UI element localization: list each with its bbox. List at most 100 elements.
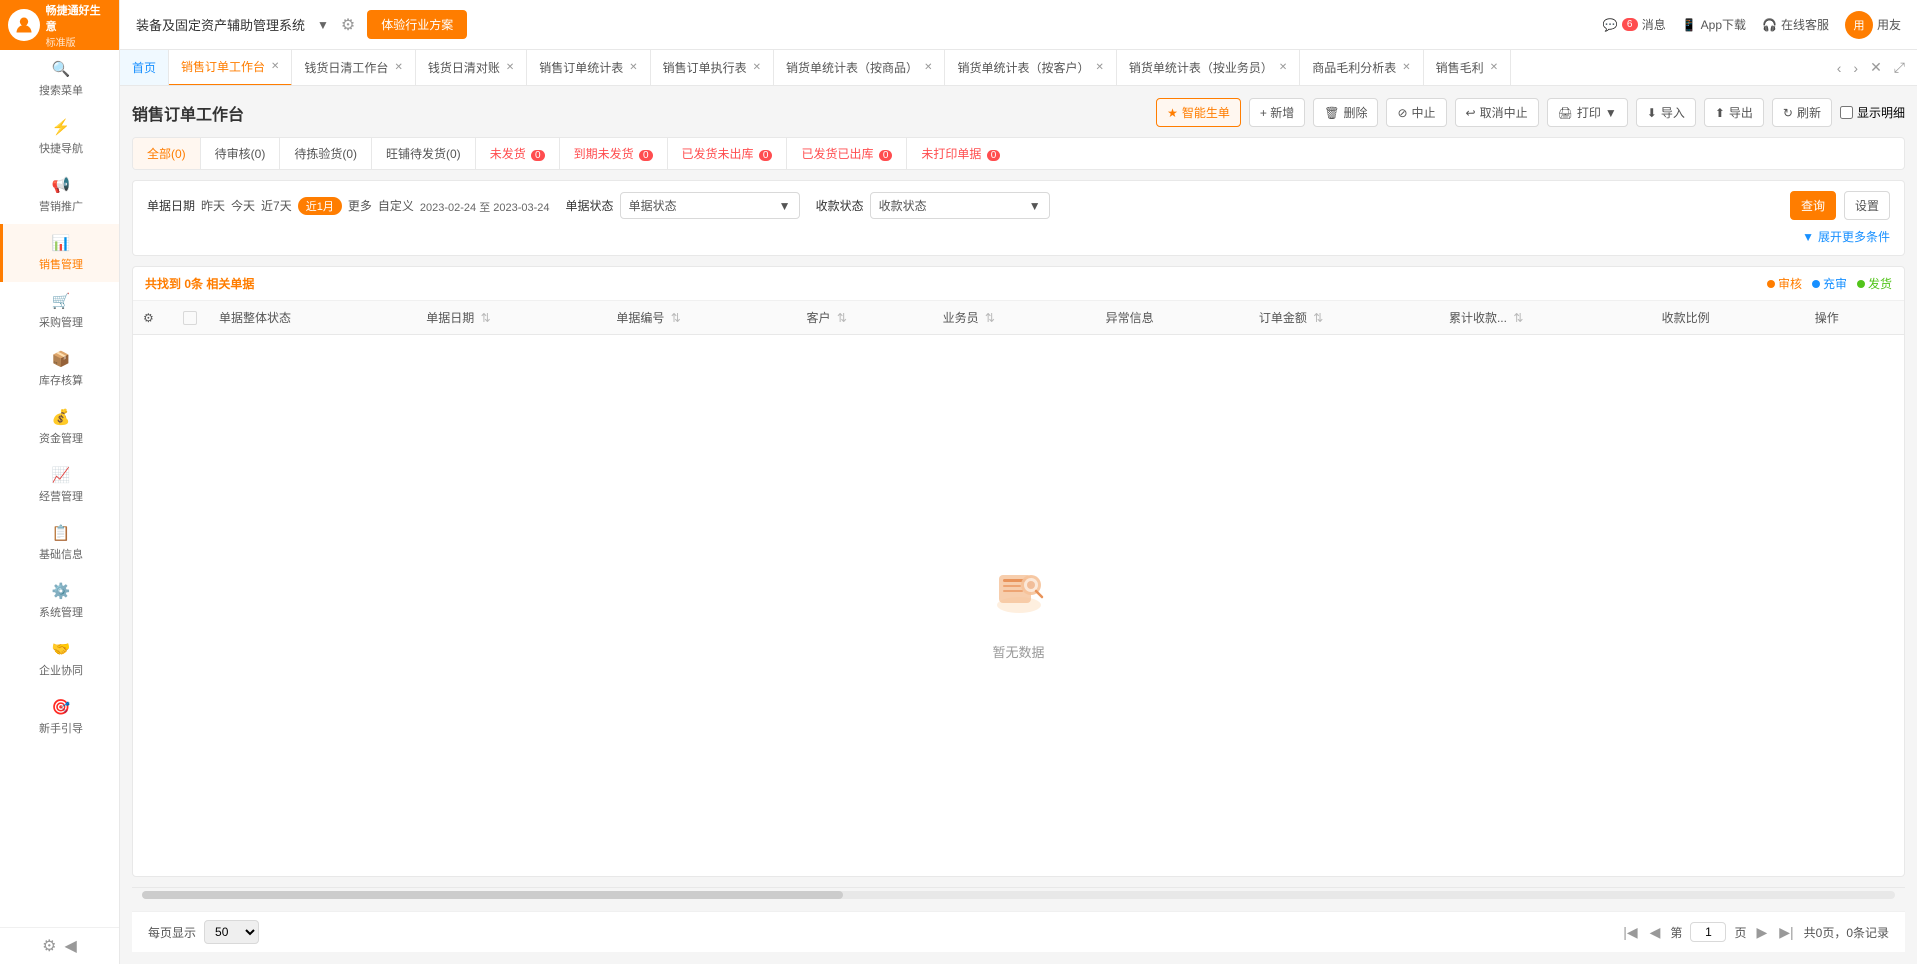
tab-delivery-stats-staff[interactable]: 销货单统计表（按业务员） ✕: [1117, 50, 1300, 86]
settings-icon[interactable]: ⚙: [42, 936, 56, 956]
show-detail-label[interactable]: 显示明细: [1840, 104, 1905, 121]
date-7days[interactable]: 近7天: [261, 197, 292, 215]
user-item[interactable]: 用 用友: [1845, 11, 1901, 39]
tab-sales-profit[interactable]: 销售毛利 ✕: [1424, 50, 1511, 86]
sidebar-item-enterprise[interactable]: 🤝 企业协同: [0, 630, 119, 688]
filter-settings-btn[interactable]: 设置: [1844, 191, 1890, 220]
th-number[interactable]: 单据编号 ⇅: [606, 301, 796, 335]
payment-select[interactable]: 收款状态 ▼: [870, 192, 1050, 219]
subtab-expired-not-shipped[interactable]: 到期未发货 0: [560, 138, 668, 169]
review-action-btn[interactable]: 审核: [1767, 275, 1802, 292]
ship-action-btn[interactable]: 发货: [1857, 275, 1892, 292]
close-tab-sales-profit[interactable]: ✕: [1490, 62, 1498, 73]
refresh-btn[interactable]: ↻ 刷新: [1772, 98, 1832, 127]
subtab-pending-inspection[interactable]: 待拣验货(0): [280, 138, 372, 169]
tab-close-all-btn[interactable]: ✕: [1866, 57, 1886, 78]
query-btn[interactable]: 查询: [1790, 191, 1836, 220]
page-prev-btn[interactable]: ◀: [1648, 922, 1663, 943]
subtab-shipped-not-out[interactable]: 已发货未出库 0: [668, 138, 788, 169]
status-select[interactable]: 单据状态 ▼: [620, 192, 800, 219]
tab-sales-order[interactable]: 销售订单工作台 ✕: [169, 50, 292, 86]
close-tab-delivery-staff[interactable]: ✕: [1279, 62, 1287, 73]
tab-prev-btn[interactable]: ‹: [1833, 58, 1846, 78]
online-service-item[interactable]: 🎧 在线客服: [1762, 16, 1829, 33]
sidebar-item-marketing[interactable]: 📢 营销推广: [0, 166, 119, 224]
close-tab-sales-exec[interactable]: ✕: [753, 62, 761, 73]
subtab-not-shipped[interactable]: 未发货 0: [476, 138, 560, 169]
close-tab-cash-reconcile[interactable]: ✕: [506, 62, 514, 73]
tab-home[interactable]: 首页: [120, 50, 169, 86]
subtab-pending-review[interactable]: 待审核(0): [201, 138, 281, 169]
scrollbar-thumb[interactable]: [142, 891, 843, 899]
ship-dot: [1857, 280, 1865, 288]
print-btn[interactable]: 🖨 打印 ▼: [1547, 98, 1628, 127]
page-first-btn[interactable]: |◀: [1621, 922, 1639, 943]
scrollbar-track[interactable]: [142, 891, 1895, 899]
date-today[interactable]: 今天: [231, 197, 255, 215]
sidebar-item-inventory[interactable]: 📦 库存核算: [0, 340, 119, 398]
select-all-checkbox[interactable]: [183, 311, 197, 325]
per-page-select[interactable]: 50 10 20 100: [204, 920, 259, 944]
close-tab-delivery-product[interactable]: ✕: [924, 62, 932, 73]
th-date[interactable]: 单据日期 ⇅: [416, 301, 606, 335]
sidebar-item-purchase[interactable]: 🛒 采购管理: [0, 282, 119, 340]
tab-margin-analysis[interactable]: 商品毛利分析表 ✕: [1300, 50, 1423, 86]
tab-cash-reconcile[interactable]: 钱货日清对账 ✕: [416, 50, 527, 86]
cancel-action-btn[interactable]: 充审: [1812, 275, 1847, 292]
th-amount[interactable]: 订单金额 ⇅: [1249, 301, 1439, 335]
subtab-all[interactable]: 全部(0): [133, 138, 201, 169]
date-custom[interactable]: 自定义: [378, 197, 414, 215]
close-tab-sales-order[interactable]: ✕: [271, 61, 279, 72]
th-settings[interactable]: ⚙: [133, 301, 173, 335]
sidebar-item-basic-info[interactable]: 📋 基础信息: [0, 514, 119, 572]
date-1month[interactable]: 近1月: [298, 197, 342, 215]
subtab-shipped-out-label: 已发货已出库: [801, 147, 873, 161]
delete-btn[interactable]: 🗑 删除: [1313, 98, 1378, 127]
th-customer[interactable]: 客户 ⇅: [796, 301, 932, 335]
subtab-shipped-out[interactable]: 已发货已出库 0: [787, 138, 907, 169]
cancel-stop-btn[interactable]: ↩ 取消中止: [1455, 98, 1539, 127]
tab-maximize-btn[interactable]: ⤢: [1890, 57, 1909, 78]
tab-sales-stats[interactable]: 销售订单统计表 ✕: [527, 50, 650, 86]
message-item[interactable]: 💬 6 消息: [1603, 16, 1666, 33]
date-yesterday[interactable]: 昨天: [201, 197, 225, 215]
industry-btn[interactable]: 体验行业方案: [367, 10, 467, 39]
collapse-icon[interactable]: ◀: [65, 936, 77, 956]
show-detail-checkbox[interactable]: [1840, 106, 1853, 119]
close-tab-delivery-customer[interactable]: ✕: [1095, 62, 1103, 73]
page-input[interactable]: [1690, 922, 1726, 942]
subtab-wangpu-pending[interactable]: 旺铺待发货(0): [372, 138, 476, 169]
page-last-btn[interactable]: ▶|: [1777, 922, 1795, 943]
new-btn[interactable]: + 新增: [1249, 98, 1305, 127]
th-collected[interactable]: 累计收款... ⇅: [1439, 301, 1652, 335]
expand-btn[interactable]: ▼ 展开更多条件: [1802, 228, 1890, 245]
tab-sales-exec[interactable]: 销售订单执行表 ✕: [651, 50, 774, 86]
page-next-btn[interactable]: ▶: [1754, 922, 1769, 943]
main-area: 装备及固定资产辅助管理系统 ▼ ⚙ 体验行业方案 💬 6 消息 📱 App下载 …: [120, 0, 1917, 964]
sidebar-item-finance[interactable]: 💰 资金管理: [0, 398, 119, 456]
subtab-not-printed[interactable]: 未打印单据 0: [907, 138, 1014, 169]
horizontal-scrollbar[interactable]: [132, 887, 1905, 901]
tab-cash-daily[interactable]: 钱货日清工作台 ✕: [292, 50, 415, 86]
sidebar-item-system[interactable]: ⚙️ 系统管理: [0, 572, 119, 630]
th-staff[interactable]: 业务员 ⇅: [933, 301, 1096, 335]
close-tab-sales-stats[interactable]: ✕: [629, 62, 637, 73]
app-download-item[interactable]: 📱 App下载: [1682, 16, 1746, 33]
close-tab-cash-daily[interactable]: ✕: [394, 62, 402, 73]
topbar-dropdown-icon[interactable]: ▼: [317, 18, 329, 32]
smart-create-btn[interactable]: ★ 智能生单: [1156, 98, 1241, 127]
gear-icon[interactable]: ⚙: [341, 15, 355, 35]
export-btn[interactable]: ⬆ 导出: [1704, 98, 1764, 127]
sidebar-item-quick-nav[interactable]: ⚡ 快捷导航: [0, 108, 119, 166]
sidebar-item-search[interactable]: 🔍 搜索菜单: [0, 50, 119, 108]
sidebar-item-sales[interactable]: 📊 销售管理: [0, 224, 119, 282]
close-tab-margin-analysis[interactable]: ✕: [1402, 62, 1410, 73]
sidebar-item-operation[interactable]: 📈 经营管理: [0, 456, 119, 514]
stop-btn[interactable]: ⊘ 中止: [1386, 98, 1446, 127]
sidebar-item-guide[interactable]: 🎯 新手引导: [0, 688, 119, 746]
tab-delivery-stats-product[interactable]: 销货单统计表（按商品） ✕: [774, 50, 945, 86]
import-btn[interactable]: ⬇ 导入: [1636, 98, 1696, 127]
tab-delivery-stats-customer[interactable]: 销货单统计表（按客户） ✕: [945, 50, 1116, 86]
date-more[interactable]: 更多: [348, 197, 372, 215]
tab-next-btn[interactable]: ›: [1849, 58, 1862, 78]
